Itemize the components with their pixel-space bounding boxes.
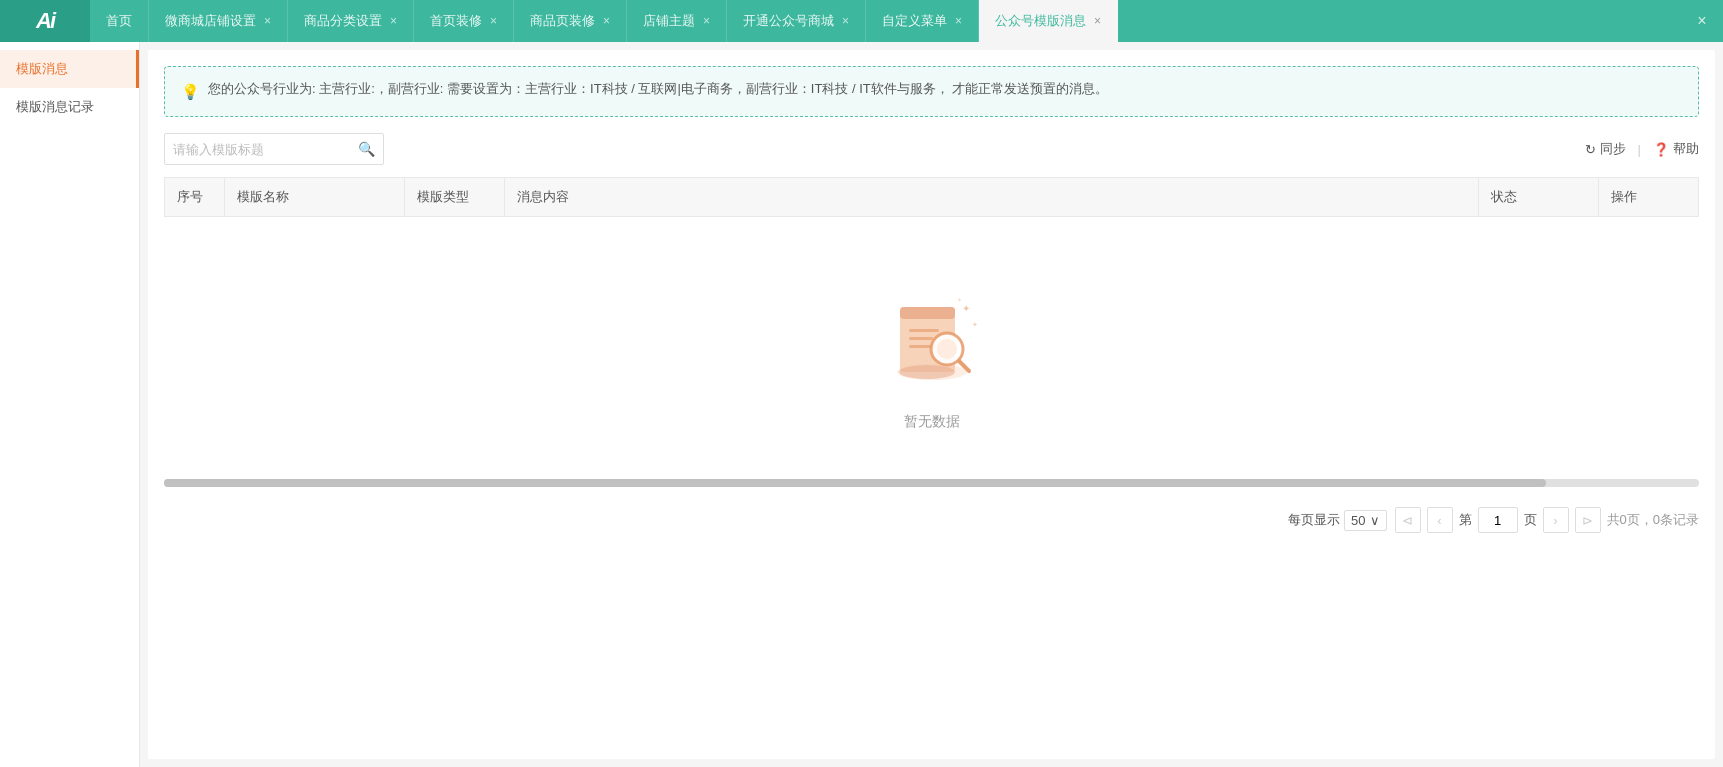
- page-label-before: 第: [1459, 511, 1472, 529]
- notice-banner: 💡 您的公众号行业为: 主营行业:，副营行业: 需要设置为：主营行业：IT科技 …: [164, 66, 1699, 117]
- toolbar-divider: |: [1638, 142, 1641, 157]
- next-page-button[interactable]: ›: [1543, 507, 1569, 533]
- close-tab-template-msg-icon[interactable]: ×: [1094, 15, 1101, 27]
- empty-icon: ✦ ✦ ✦: [872, 277, 992, 397]
- notice-highlight: 需要设置为：主营行业：IT科技 / 互联网|电子商务，副营行业：IT科技 / I…: [447, 81, 949, 96]
- scrollbar-track[interactable]: [164, 479, 1699, 487]
- notice-prefix: 您的公众号行业为: 主营行业:，副营行业:: [208, 81, 443, 96]
- col-header-action: 操作: [1599, 178, 1699, 217]
- nav-tab-template-msg[interactable]: 公众号模版消息×: [979, 0, 1118, 42]
- close-tab-custom-menu-icon[interactable]: ×: [955, 15, 962, 27]
- sync-icon: ↻: [1585, 142, 1596, 157]
- svg-rect-2: [900, 307, 955, 319]
- sidebar-item-template-message-log[interactable]: 模版消息记录: [0, 88, 139, 126]
- close-all-button[interactable]: ×: [1681, 0, 1723, 42]
- sync-button[interactable]: ↻ 同步: [1585, 140, 1626, 158]
- search-input-wrap[interactable]: 🔍: [164, 133, 384, 165]
- col-header-index: 序号: [165, 178, 225, 217]
- page-size-value: 50: [1351, 513, 1365, 528]
- close-tab-product-decor-icon[interactable]: ×: [603, 15, 610, 27]
- svg-text:✦: ✦: [972, 321, 978, 328]
- empty-state: ✦ ✦ ✦ 暂无数据: [164, 217, 1699, 471]
- toolbar-right: ↻ 同步 | ❓ 帮助: [1585, 140, 1699, 158]
- nav-tab-shop-settings[interactable]: 微商城店铺设置×: [149, 0, 288, 42]
- close-tab-shop-theme-icon[interactable]: ×: [703, 15, 710, 27]
- chevron-down-icon: ∨: [1370, 513, 1380, 528]
- notice-text: 您的公众号行业为: 主营行业:，副营行业: 需要设置为：主营行业：IT科技 / …: [208, 79, 1108, 100]
- last-page-button[interactable]: ⊳: [1575, 507, 1601, 533]
- svg-text:✦: ✦: [962, 303, 970, 314]
- nav-tabs: 首页微商城店铺设置×商品分类设置×首页装修×商品页装修×店铺主题×开通公众号商城…: [90, 0, 1681, 42]
- page-size-select: 每页显示 50 ∨: [1288, 510, 1386, 531]
- page-number-input[interactable]: [1478, 507, 1518, 533]
- nav-tab-custom-menu[interactable]: 自定义菜单×: [866, 0, 979, 42]
- close-tab-open-mall-icon[interactable]: ×: [842, 15, 849, 27]
- pagination: 每页显示 50 ∨ ⊲ ‹ 第 页 › ⊳ 共0页，0条记录: [164, 495, 1699, 537]
- page-label-after: 页: [1524, 511, 1537, 529]
- sidebar-item-template-message[interactable]: 模版消息: [0, 50, 139, 88]
- nav-tab-home[interactable]: 首页: [90, 0, 149, 42]
- svg-rect-5: [909, 337, 933, 340]
- scrollbar-row[interactable]: [164, 479, 1699, 487]
- page-size-label: 每页显示: [1288, 511, 1340, 529]
- col-header-status: 状态: [1479, 178, 1599, 217]
- svg-point-8: [937, 339, 957, 359]
- table-header: 序号模版名称模版类型消息内容状态操作: [165, 178, 1699, 217]
- scrollbar-thumb[interactable]: [164, 479, 1546, 487]
- nav-tab-product-decor[interactable]: 商品页装修×: [514, 0, 627, 42]
- empty-text: 暂无数据: [904, 413, 960, 431]
- search-bar: 🔍 ↻ 同步 | ❓ 帮助: [164, 133, 1699, 165]
- close-tab-shop-settings-icon[interactable]: ×: [264, 15, 271, 27]
- bulb-icon: 💡: [181, 80, 200, 104]
- col-header-content: 消息内容: [505, 178, 1479, 217]
- nav-tab-homepage-decor[interactable]: 首页装修×: [414, 0, 514, 42]
- nav-tab-open-mall[interactable]: 开通公众号商城×: [727, 0, 866, 42]
- total-info: 共0页，0条记录: [1607, 511, 1699, 529]
- sync-label: 同步: [1600, 140, 1626, 158]
- nav-tab-category-settings[interactable]: 商品分类设置×: [288, 0, 414, 42]
- svg-point-3: [899, 365, 955, 379]
- page-size-dropdown[interactable]: 50 ∨: [1344, 510, 1386, 531]
- data-table: 序号模版名称模版类型消息内容状态操作: [164, 177, 1699, 217]
- prev-page-button[interactable]: ‹: [1427, 507, 1453, 533]
- svg-rect-4: [909, 329, 939, 332]
- close-tab-homepage-decor-icon[interactable]: ×: [490, 15, 497, 27]
- first-page-button[interactable]: ⊲: [1395, 507, 1421, 533]
- help-icon: ❓: [1653, 142, 1669, 157]
- main-layout: 模版消息模版消息记录 💡 您的公众号行业为: 主营行业:，副营行业: 需要设置为…: [0, 42, 1723, 767]
- close-tab-category-settings-icon[interactable]: ×: [390, 15, 397, 27]
- nav-tab-shop-theme[interactable]: 店铺主题×: [627, 0, 727, 42]
- content-area: 💡 您的公众号行业为: 主营行业:，副营行业: 需要设置为：主营行业：IT科技 …: [148, 50, 1715, 759]
- search-input[interactable]: [173, 142, 358, 157]
- svg-text:✦: ✦: [957, 297, 962, 303]
- notice-suffix: 才能正常发送预置的消息。: [952, 81, 1108, 96]
- sidebar: 模版消息模版消息记录: [0, 42, 140, 767]
- app-logo[interactable]: Ai: [0, 0, 90, 42]
- page-nav: ⊲ ‹ 第 页 › ⊳ 共0页，0条记录: [1395, 507, 1699, 533]
- col-header-type: 模版类型: [405, 178, 505, 217]
- col-header-name: 模版名称: [225, 178, 405, 217]
- help-button[interactable]: ❓ 帮助: [1653, 140, 1699, 158]
- search-icon[interactable]: 🔍: [358, 141, 375, 157]
- help-label: 帮助: [1673, 140, 1699, 158]
- top-nav: Ai 首页微商城店铺设置×商品分类设置×首页装修×商品页装修×店铺主题×开通公众…: [0, 0, 1723, 42]
